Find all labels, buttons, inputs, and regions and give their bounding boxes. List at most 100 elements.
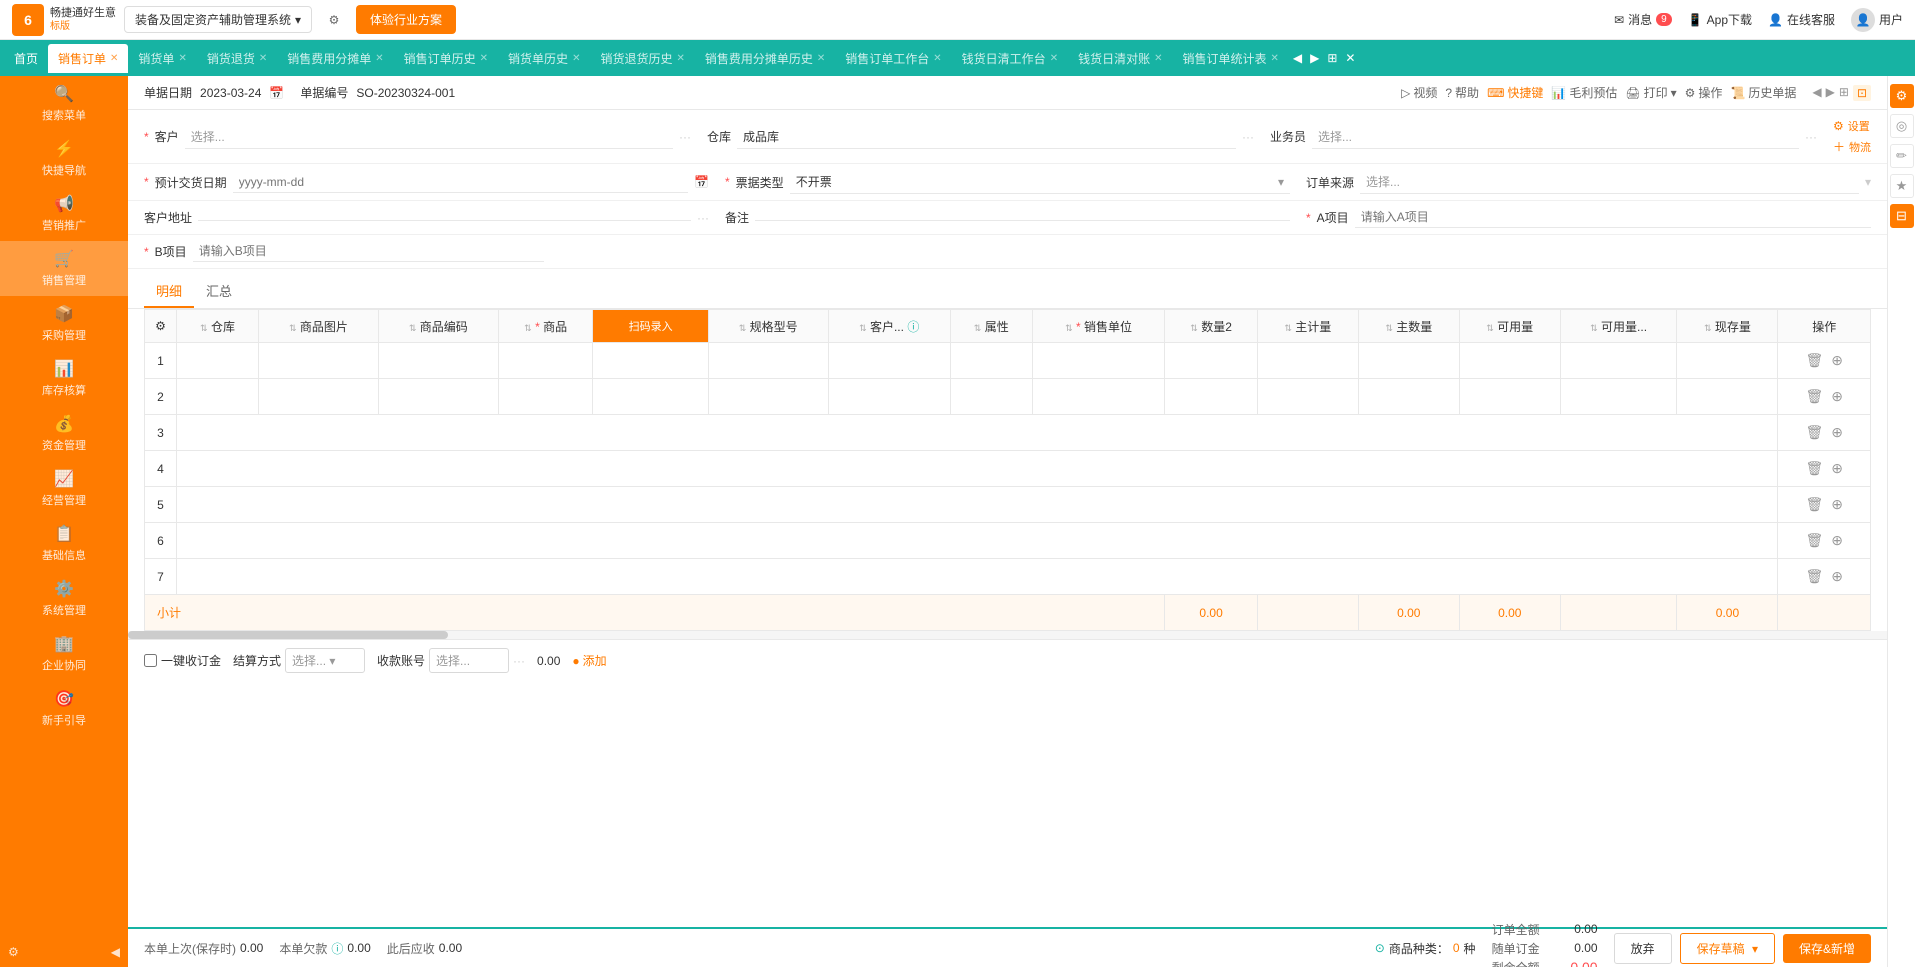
row-1-image[interactable] (259, 343, 379, 379)
row-1-stock[interactable] (1677, 343, 1778, 379)
row-delete-btn[interactable]: 🗑 (1803, 566, 1825, 587)
sidebar-item-search[interactable]: 🔍 搜索菜单 (0, 76, 128, 131)
row-1-spec[interactable] (708, 343, 828, 379)
grid-view-icon[interactable]: ⊞ (1839, 85, 1849, 101)
th-main-unit[interactable]: ⇅ 主计量 (1257, 310, 1358, 343)
tab-detail[interactable]: 明细 (144, 275, 194, 308)
shortcut-action[interactable]: ⌨ 快捷键 (1487, 84, 1543, 101)
add-goods-btn[interactable]: ＋ 物流 (1833, 138, 1871, 155)
system-selector[interactable]: 装备及固定资产辅助管理系统 ▾ (124, 6, 312, 33)
customer-expand-icon[interactable]: ··· (679, 130, 691, 144)
date-picker-icon[interactable]: 📅 (694, 175, 709, 189)
tab-close-icon[interactable]: ✕ (1050, 53, 1058, 64)
user-menu[interactable]: 👤 用户 (1851, 8, 1903, 32)
sidebar-item-inventory[interactable]: 📊 库存核算 (0, 351, 128, 406)
address-expand-icon[interactable]: ··· (697, 211, 709, 225)
tab-daily-clear-workbench[interactable]: 钱货日清工作台 ✕ (952, 44, 1068, 73)
payment-method-select[interactable]: 选择... ▾ (285, 648, 365, 673)
save-draft-button[interactable]: 保存草稿 ▾ (1680, 933, 1775, 964)
b-project-input[interactable] (193, 241, 544, 262)
customer-code-info-icon[interactable]: ⓘ (907, 320, 919, 334)
th-available[interactable]: ⇅ 可用量 (1459, 310, 1560, 343)
account-expand-icon[interactable]: ··· (513, 654, 525, 668)
settings-icon[interactable]: ⚙ (320, 6, 348, 34)
right-tool-eye[interactable]: ◎ (1890, 114, 1914, 138)
online-service-link[interactable]: 👤 在线客服 (1768, 11, 1835, 28)
tab-fee-history[interactable]: 销售费用分摊单历史 ✕ (695, 44, 835, 73)
next-record-icon[interactable]: ▶ (1826, 85, 1835, 101)
customer-input[interactable]: 选择... (185, 125, 673, 149)
row-copy-btn[interactable]: ⊕ (1829, 458, 1845, 479)
tab-daily-clear-account[interactable]: 钱货日清对账 ✕ (1068, 44, 1172, 73)
row-2-customer-code[interactable] (828, 379, 950, 415)
sidebar-item-marketing[interactable]: 📢 营销推广 (0, 186, 128, 241)
tab-close-icon[interactable]: ✕ (375, 53, 383, 64)
th-product-name[interactable]: ⇅ * 商品 (498, 310, 593, 343)
tab-close-icon[interactable]: ✕ (178, 53, 186, 64)
tab-prev-icon[interactable]: ◀ (1289, 51, 1306, 65)
row-copy-btn[interactable]: ⊕ (1829, 386, 1845, 407)
row-1-attribute[interactable] (950, 343, 1032, 379)
fullscreen-icon[interactable]: ⊡ (1853, 85, 1871, 101)
row-delete-btn[interactable]: 🗑 (1803, 386, 1825, 407)
tab-order-workbench[interactable]: 销售订单工作台 ✕ (835, 44, 951, 73)
row-2-main-unit[interactable] (1257, 379, 1358, 415)
row-1-customer-code[interactable] (828, 343, 950, 379)
tab-stats[interactable]: 销售订单统计表 ✕ (1172, 44, 1288, 73)
row-1-scan[interactable] (593, 343, 708, 379)
sidebar-settings-btn[interactable]: ⚙ (8, 945, 19, 959)
tab-order-history[interactable]: 销售订单历史 ✕ (394, 44, 498, 73)
row-2-image[interactable] (259, 379, 379, 415)
right-tool-edit[interactable]: ✏ (1890, 144, 1914, 168)
prev-record-icon[interactable]: ◀ (1812, 85, 1821, 101)
sidebar-item-basic-info[interactable]: 📋 基础信息 (0, 516, 128, 571)
save-new-button[interactable]: 保存&新增 (1783, 934, 1871, 963)
tab-close-icon[interactable]: ✕ (817, 53, 825, 64)
a-project-input[interactable] (1355, 207, 1871, 228)
row-1-main-unit[interactable] (1257, 343, 1358, 379)
tab-close-icon[interactable]: ✕ (933, 53, 941, 64)
sidebar-collapse-btn[interactable]: ◀ (111, 945, 120, 959)
right-tool-star[interactable]: ★ (1890, 174, 1914, 198)
row-2-qty2[interactable] (1165, 379, 1258, 415)
tab-close-icon[interactable]: ✕ (480, 53, 488, 64)
tab-menu-icon[interactable]: ⊞ (1323, 51, 1341, 65)
salesperson-input[interactable]: 选择... (1312, 125, 1799, 149)
right-tool-settings[interactable]: ⚙ (1890, 84, 1914, 108)
row-copy-btn[interactable]: ⊕ (1829, 566, 1845, 587)
row-delete-btn[interactable]: 🗑 (1803, 350, 1825, 371)
row-2-product[interactable] (498, 379, 593, 415)
message-notification[interactable]: ✉ 消息 9 (1614, 11, 1672, 28)
row-1-sales-unit[interactable] (1032, 343, 1165, 379)
row-1-available[interactable] (1459, 343, 1560, 379)
current-debt-info-icon[interactable]: ⓘ (331, 940, 343, 957)
th-scan[interactable]: 扫码录入 (593, 310, 708, 343)
quick-order-checkbox[interactable]: 一键收订金 (144, 652, 221, 669)
th-product-image[interactable]: ⇅ 商品图片 (259, 310, 379, 343)
th-attribute[interactable]: ⇅ 属性 (950, 310, 1032, 343)
row-2-main-qty[interactable] (1358, 379, 1459, 415)
tab-close-icon[interactable]: ✕ (572, 53, 580, 64)
settings-panel-btn[interactable]: ⚙ ⊞ 设置 (1833, 118, 1871, 134)
row-delete-btn[interactable]: 🗑 (1803, 422, 1825, 443)
sidebar-item-purchase[interactable]: 📦 采购管理 (0, 296, 128, 351)
row-delete-btn[interactable]: 🗑 (1803, 530, 1825, 551)
print-action[interactable]: 🖨 打印 ▾ (1625, 84, 1676, 101)
save-draft-dropdown-icon[interactable]: ▾ (1752, 942, 1758, 956)
row-copy-btn[interactable]: ⊕ (1829, 422, 1845, 443)
customer-address-input[interactable] (198, 214, 691, 221)
sidebar-item-system[interactable]: ⚙️ 系统管理 (0, 571, 128, 626)
row-2-scan[interactable] (593, 379, 708, 415)
invoice-type-select[interactable]: 不开票 ▾ (790, 170, 1290, 194)
th-customer-code[interactable]: ⇅ 客户... ⓘ (828, 310, 950, 343)
row-1-main-qty[interactable] (1358, 343, 1459, 379)
row-copy-btn[interactable]: ⊕ (1829, 530, 1845, 551)
horizontal-scrollbar[interactable] (128, 631, 1887, 639)
tab-slip-history[interactable]: 销货单历史 ✕ (498, 44, 590, 73)
th-settings[interactable]: ⚙ (145, 310, 177, 343)
th-current-stock[interactable]: ⇅ 现存量 (1677, 310, 1778, 343)
operate-action[interactable]: ⚙ 操作 (1685, 84, 1723, 101)
tab-summary[interactable]: 汇总 (194, 275, 244, 308)
tab-close-icon[interactable]: ✕ (1154, 53, 1162, 64)
row-2-sales-unit[interactable] (1032, 379, 1165, 415)
